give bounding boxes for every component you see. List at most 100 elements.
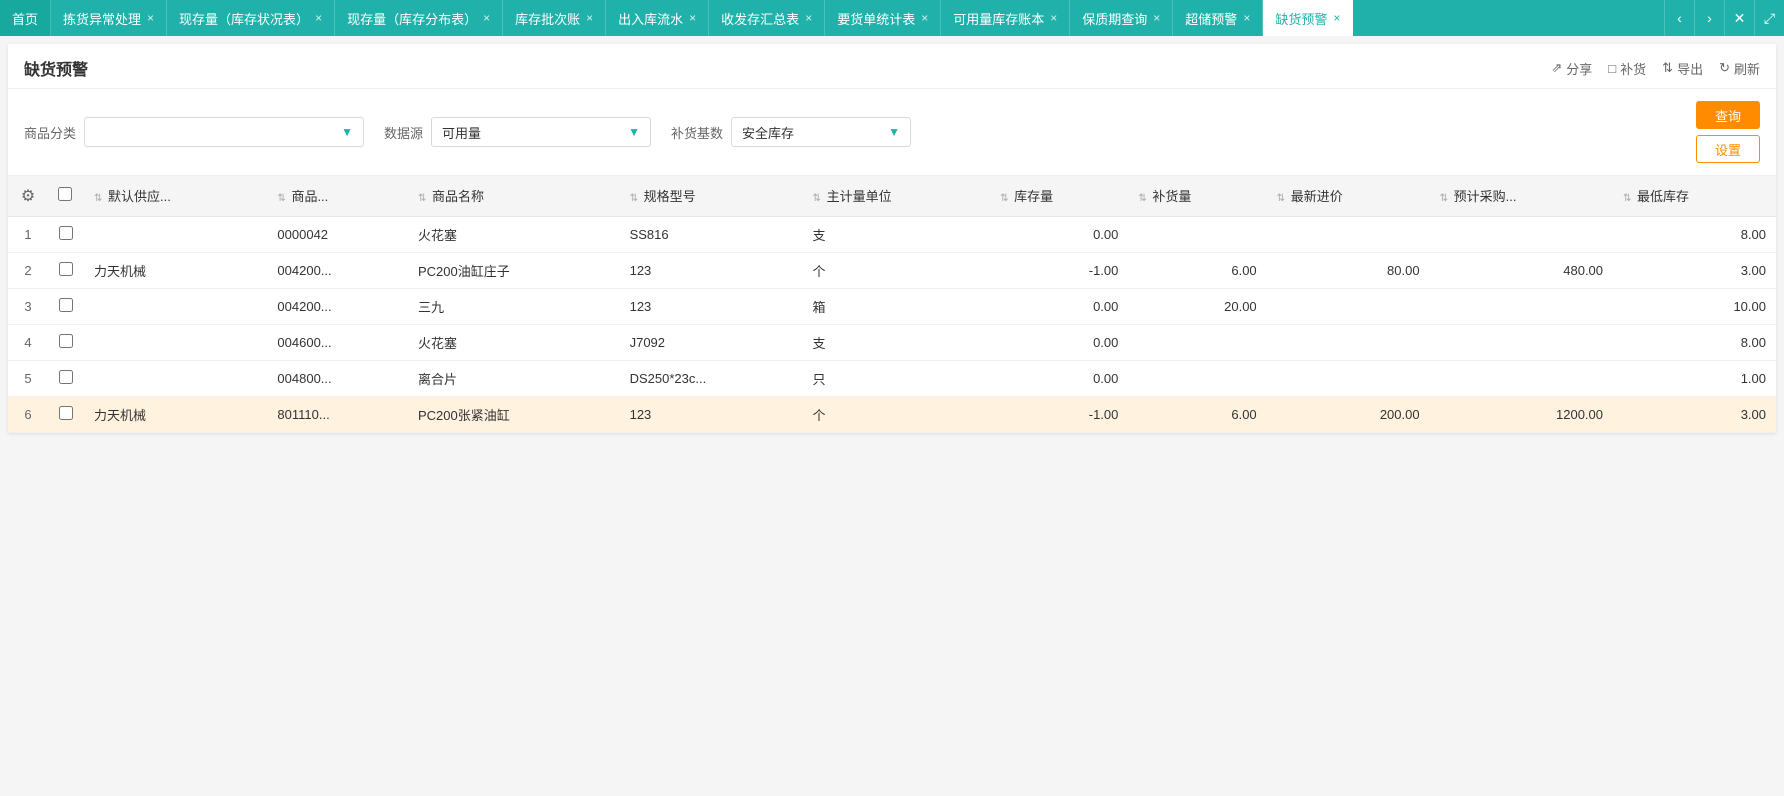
- close-icon[interactable]: ×: [689, 11, 696, 25]
- filter-actions: 查询 设置: [1696, 101, 1760, 163]
- close-icon[interactable]: ×: [147, 11, 154, 25]
- tab-home[interactable]: 首页: [0, 0, 51, 36]
- category-select[interactable]: ▼: [84, 117, 364, 147]
- row-est-purchase: [1430, 288, 1613, 324]
- row-supplier: 力天机械: [84, 396, 267, 432]
- row-checkbox[interactable]: [59, 298, 73, 312]
- row-checkbox[interactable]: [59, 262, 73, 276]
- row-code: 004200...: [267, 288, 408, 324]
- column-spec[interactable]: ⇅ 规格型号: [620, 176, 803, 216]
- select-all-checkbox[interactable]: [58, 187, 72, 201]
- row-checkbox-cell[interactable]: [48, 324, 84, 360]
- sort-icon: ⇅: [94, 193, 102, 204]
- row-name: 火花塞: [408, 324, 620, 360]
- row-min-stock: 10.00: [1613, 288, 1776, 324]
- row-spec: J7092: [620, 324, 803, 360]
- close-icon[interactable]: ×: [921, 11, 928, 25]
- row-checkbox[interactable]: [59, 226, 73, 240]
- replenish-button[interactable]: □ 补货: [1608, 59, 1646, 78]
- row-unit: 个: [803, 396, 991, 432]
- tab-close-all-button[interactable]: ✕: [1724, 0, 1754, 36]
- row-est-purchase: [1430, 324, 1613, 360]
- row-latest-price: [1267, 216, 1430, 252]
- row-unit: 只: [803, 360, 991, 396]
- tab-next-button[interactable]: ›: [1694, 0, 1724, 36]
- column-min-stock[interactable]: ⇅ 最低库存: [1613, 176, 1776, 216]
- query-button[interactable]: 查询: [1696, 101, 1760, 129]
- row-supplier: [84, 288, 267, 324]
- row-replenish: [1128, 324, 1266, 360]
- settings-button[interactable]: 设置: [1696, 135, 1760, 163]
- table-row[interactable]: 2 力天机械 004200... PC200油缸庄子 123 个 -1.00 6…: [8, 252, 1776, 288]
- row-spec: DS250*23c...: [620, 360, 803, 396]
- row-checkbox-cell[interactable]: [48, 360, 84, 396]
- column-stock[interactable]: ⇅ 库存量: [990, 176, 1128, 216]
- close-icon[interactable]: ×: [483, 11, 490, 25]
- export-button[interactable]: ⇅ 导出: [1662, 59, 1703, 78]
- row-code: 801110...: [267, 396, 408, 432]
- row-name: 离合片: [408, 360, 620, 396]
- gear-icon[interactable]: ⚙: [21, 188, 35, 205]
- close-icon[interactable]: ×: [1153, 11, 1160, 25]
- replenish-base-value: 安全库存: [742, 123, 794, 142]
- tab-demand-stats[interactable]: 要货单统计表 ×: [825, 0, 941, 36]
- tab-stock-dist[interactable]: 现存量（库存分布表） ×: [335, 0, 503, 36]
- close-icon[interactable]: ×: [1050, 11, 1057, 25]
- replenish-base-select[interactable]: 安全库存 ▼: [731, 117, 911, 147]
- column-name[interactable]: ⇅ 商品名称: [408, 176, 620, 216]
- column-replenish[interactable]: ⇅ 补货量: [1128, 176, 1266, 216]
- table-container: ⚙ ⇅ 默认供应... ⇅ 商品... ⇅ 商品名称: [8, 176, 1776, 433]
- close-icon[interactable]: ×: [1333, 11, 1340, 25]
- page-title: 缺货预警: [24, 56, 88, 80]
- chevron-down-icon: ▼: [341, 125, 353, 139]
- row-stock: -1.00: [990, 252, 1128, 288]
- tab-overstock[interactable]: 超储预警 ×: [1173, 0, 1263, 36]
- row-checkbox[interactable]: [59, 406, 73, 420]
- column-checkbox: [48, 176, 84, 216]
- refresh-button[interactable]: ↻ 刷新: [1719, 59, 1760, 78]
- table-row[interactable]: 6 力天机械 801110... PC200张紧油缸 123 个 -1.00 6…: [8, 396, 1776, 432]
- row-checkbox[interactable]: [59, 370, 73, 384]
- sort-icon: ⇅: [1277, 193, 1285, 204]
- row-spec: 123: [620, 288, 803, 324]
- tab-shortage[interactable]: 缺货预警 ×: [1263, 0, 1353, 36]
- row-checkbox-cell[interactable]: [48, 216, 84, 252]
- tab-maximize-button[interactable]: ⤢: [1754, 0, 1784, 36]
- tab-prev-button[interactable]: ‹: [1664, 0, 1694, 36]
- row-min-stock: 1.00: [1613, 360, 1776, 396]
- close-icon[interactable]: ×: [586, 11, 593, 25]
- table-row[interactable]: 5 004800... 离合片 DS250*23c... 只 0.00 1.00: [8, 360, 1776, 396]
- column-code[interactable]: ⇅ 商品...: [267, 176, 408, 216]
- tab-receipt-summary[interactable]: 收发存汇总表 ×: [709, 0, 825, 36]
- tab-inout-flow[interactable]: 出入库流水 ×: [606, 0, 709, 36]
- column-settings[interactable]: ⚙: [8, 176, 48, 216]
- column-supplier[interactable]: ⇅ 默认供应...: [84, 176, 267, 216]
- row-checkbox-cell[interactable]: [48, 288, 84, 324]
- tab-batch-account[interactable]: 库存批次账 ×: [503, 0, 606, 36]
- close-icon[interactable]: ×: [315, 11, 322, 25]
- column-est-purchase[interactable]: ⇅ 预计采购...: [1430, 176, 1613, 216]
- row-unit: 支: [803, 216, 991, 252]
- row-checkbox-cell[interactable]: [48, 252, 84, 288]
- row-replenish: [1128, 360, 1266, 396]
- row-number: 6: [8, 396, 48, 432]
- column-latest-price[interactable]: ⇅ 最新进价: [1267, 176, 1430, 216]
- close-icon[interactable]: ×: [1243, 11, 1250, 25]
- table-row[interactable]: 4 004600... 火花塞 J7092 支 0.00 8.00: [8, 324, 1776, 360]
- tab-picking[interactable]: 拣货异常处理 ×: [51, 0, 167, 36]
- sort-icon: ⇅: [630, 193, 638, 204]
- row-latest-price: 200.00: [1267, 396, 1430, 432]
- tab-stock-status[interactable]: 现存量（库存状况表） ×: [167, 0, 335, 36]
- tab-expiry[interactable]: 保质期查询 ×: [1070, 0, 1173, 36]
- close-icon[interactable]: ×: [805, 11, 812, 25]
- row-min-stock: 3.00: [1613, 252, 1776, 288]
- row-checkbox[interactable]: [59, 334, 73, 348]
- datasource-select[interactable]: 可用量 ▼: [431, 117, 651, 147]
- row-number: 1: [8, 216, 48, 252]
- table-row[interactable]: 3 004200... 三九 123 箱 0.00 20.00 10.00: [8, 288, 1776, 324]
- row-checkbox-cell[interactable]: [48, 396, 84, 432]
- tab-available-stock[interactable]: 可用量库存账本 ×: [941, 0, 1070, 36]
- table-row[interactable]: 1 0000042 火花塞 SS816 支 0.00 8.00: [8, 216, 1776, 252]
- share-button[interactable]: ⇗ 分享: [1551, 59, 1592, 78]
- column-unit[interactable]: ⇅ 主计量单位: [803, 176, 991, 216]
